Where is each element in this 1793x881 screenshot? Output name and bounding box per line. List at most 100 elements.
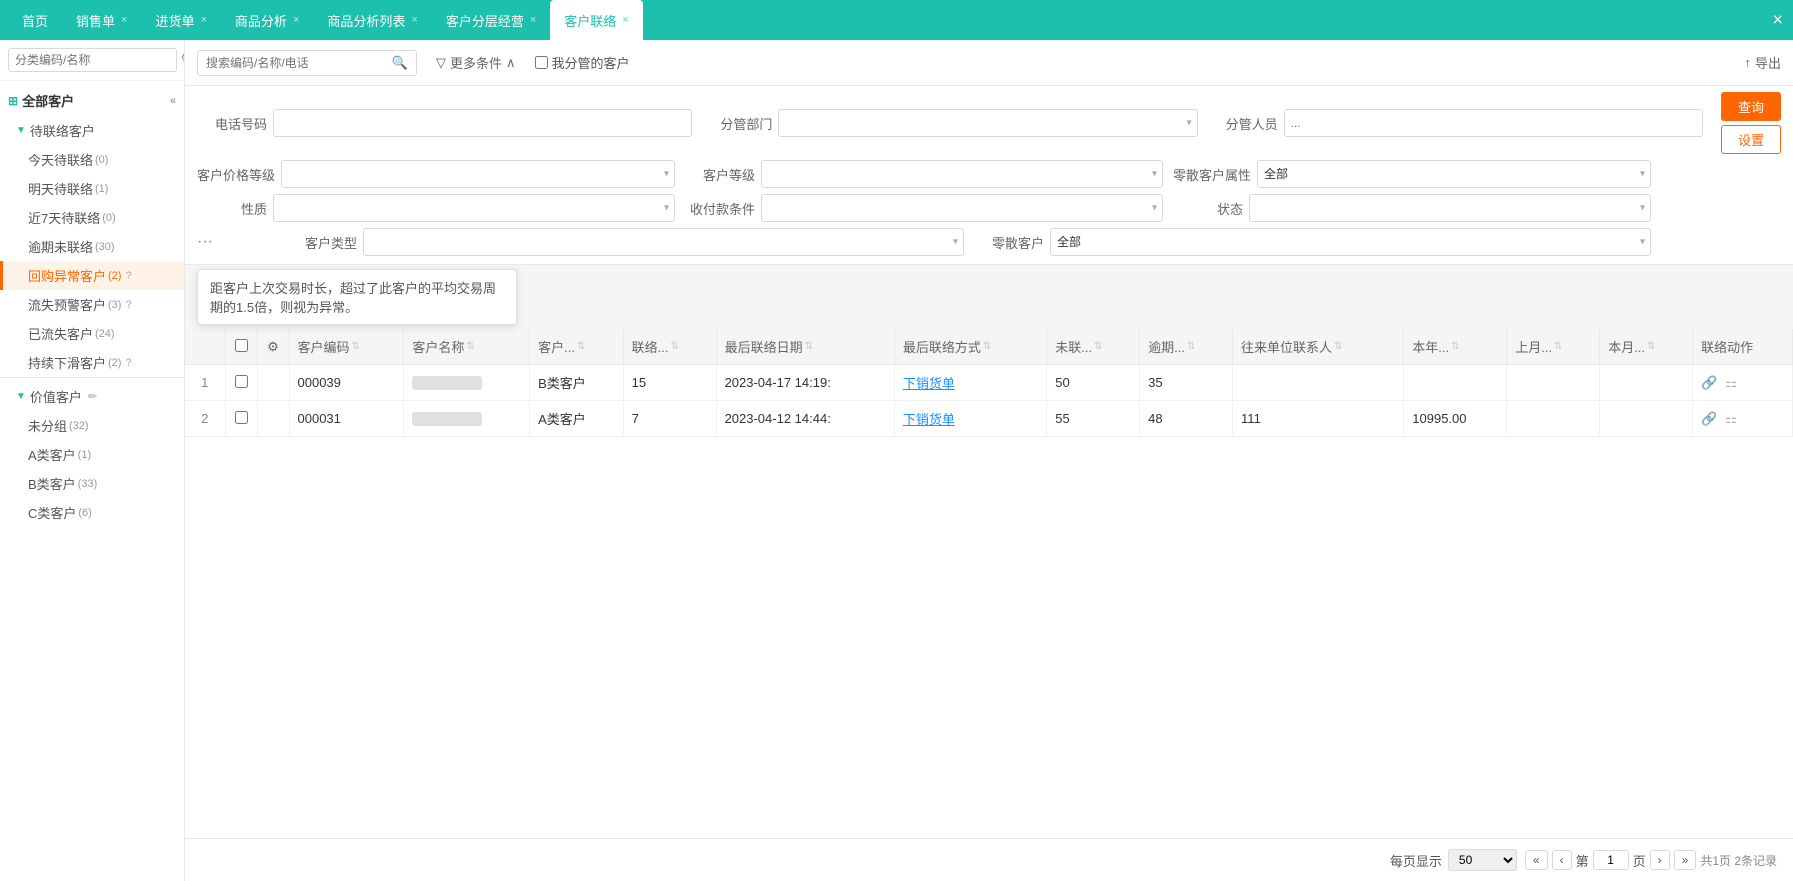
nav-home[interactable]: 首页 xyxy=(8,0,62,40)
action-icons: 🔗 ⚏ xyxy=(1701,411,1784,427)
grid-action-icon[interactable]: ⚏ xyxy=(1725,375,1737,391)
phone-input[interactable] xyxy=(273,109,692,137)
customer-type-select[interactable] xyxy=(363,228,964,256)
action-buttons: 查询 设置 xyxy=(1721,92,1781,154)
td-name[interactable] xyxy=(404,401,530,437)
td-this-month xyxy=(1600,401,1693,437)
dept-select-wrap: ▾ xyxy=(778,109,1197,137)
page-number-input[interactable] xyxy=(1593,850,1629,870)
nav-product-analysis-list[interactable]: 商品分析列表 × xyxy=(313,0,431,40)
nav-customer-tier[interactable]: 客户分层经营 × xyxy=(432,0,550,40)
close-icon[interactable]: × xyxy=(121,14,127,26)
link-icon[interactable]: 🔗 xyxy=(1701,411,1717,427)
sidebar-item-tomorrow[interactable]: 明天待联络(1) xyxy=(0,174,184,203)
customer-grade-select[interactable] xyxy=(761,160,1163,188)
th-overdue: 逾期... ⇅ xyxy=(1140,329,1233,365)
sidebar-value-customers-header[interactable]: ▼ 价值客户 ✏ xyxy=(0,382,184,411)
sidebar-item-lost-potential[interactable]: 流失预警客户(3) ? xyxy=(0,290,184,319)
close-icon[interactable]: × xyxy=(293,14,299,26)
sidebar-all-customers[interactable]: ⊞ 全部客户 « xyxy=(0,85,184,116)
td-this-year xyxy=(1404,365,1507,401)
prev-page-button[interactable]: ‹ xyxy=(1552,850,1572,870)
sidebar-pending-contact[interactable]: ▼ 待联络客户 xyxy=(0,116,184,145)
help-icon: ? xyxy=(125,270,131,282)
row-checkbox[interactable] xyxy=(235,411,248,424)
chevron-up-icon: ∧ xyxy=(506,55,516,71)
nav-purchase[interactable]: 进货单 × xyxy=(141,0,220,40)
gender-select[interactable] xyxy=(273,194,675,222)
table-body: 1 000039 B类客户 15 2023-04-17 14:19: xyxy=(185,365,1793,437)
close-all-button[interactable]: × xyxy=(1772,10,1783,31)
search-icon[interactable]: 🔍 xyxy=(392,55,408,71)
close-icon[interactable]: × xyxy=(411,14,417,26)
export-button[interactable]: ↑ 导出 xyxy=(1744,53,1781,72)
sidebar-item-b-class[interactable]: B类客户(33) xyxy=(0,469,184,498)
dept-select[interactable] xyxy=(778,109,1197,137)
nav-sales[interactable]: 销售单 × xyxy=(62,0,141,40)
tooltip: 距客户上次交易时长，超过了此客户的平均交易周期的1.5倍，则视为异常。 xyxy=(197,269,517,325)
filter-row-4: ··· 客户类型 ▾ 零散客户 全部 ▾ xyxy=(197,228,1781,256)
link-icon[interactable]: 🔗 xyxy=(1701,375,1717,391)
retail-customer-wrap: 全部 ▾ xyxy=(1050,228,1651,256)
sidebar-item-already-lost[interactable]: 已流失客户(24) xyxy=(0,319,184,348)
first-page-button[interactable]: « xyxy=(1525,850,1548,870)
set-button[interactable]: 设置 xyxy=(1721,125,1781,154)
th-type: 客户... ⇅ xyxy=(530,329,624,365)
last-page-button[interactable]: » xyxy=(1674,850,1697,870)
row-checkbox[interactable] xyxy=(235,375,248,388)
sidebar-item-7days[interactable]: 近7天待联络(0) xyxy=(0,203,184,232)
td-overdue: 48 xyxy=(1140,401,1233,437)
status-select[interactable] xyxy=(1249,194,1651,222)
grid-icon: ⊞ xyxy=(8,94,18,108)
sidebar-item-a-class[interactable]: A类客户(1) xyxy=(0,440,184,469)
person-input[interactable] xyxy=(1284,109,1703,137)
close-icon[interactable]: × xyxy=(200,14,206,26)
sort-icon: ⇅ xyxy=(1451,341,1459,352)
nav-customer-contact[interactable]: 客户联络 × xyxy=(550,0,642,40)
th-settings[interactable]: ⚙ xyxy=(257,329,289,365)
td-last-method[interactable]: 下销货单 xyxy=(894,401,1046,437)
edit-icon[interactable]: ✏ xyxy=(88,390,97,403)
sidebar-item-overdue[interactable]: 逾期未联络(30) xyxy=(0,232,184,261)
td-contact: 15 xyxy=(623,365,716,401)
td-this-month xyxy=(1600,365,1693,401)
price-grade-wrap: ▾ xyxy=(281,160,675,188)
more-conditions-button[interactable]: ▽ 更多条件 ∧ xyxy=(427,48,525,77)
chevron-down-icon: ▼ xyxy=(16,125,26,136)
price-grade-select[interactable] xyxy=(281,160,675,188)
sidebar-item-repeat-abnormal[interactable]: 回购异常客户(2) ? xyxy=(0,261,184,290)
next-page-button[interactable]: › xyxy=(1650,850,1670,870)
filter-retail-attr: 零散客户属性 全部 ▾ xyxy=(1173,160,1651,188)
retail-attr-select[interactable]: 全部 xyxy=(1257,160,1651,188)
search-input[interactable] xyxy=(206,56,392,70)
sort-icon: ⇅ xyxy=(1094,341,1102,352)
th-unit-contact: 往来单位联系人 ⇅ xyxy=(1233,329,1404,365)
search-wrap: 🔍 xyxy=(197,50,417,76)
content-area: 🔍 ▽ 更多条件 ∧ 我分管的客户 ↑ 导出 电话号码 xyxy=(185,40,1793,881)
filter-gender: 性质 ▾ xyxy=(197,194,675,222)
td-type: B类客户 xyxy=(530,365,624,401)
retail-customer-select[interactable]: 全部 xyxy=(1050,228,1651,256)
sidebar-item-continue-decline[interactable]: 持续下滑客户(2) ? xyxy=(0,348,184,377)
query-button[interactable]: 查询 xyxy=(1721,92,1781,121)
nav-product-analysis[interactable]: 商品分析 × xyxy=(221,0,313,40)
close-icon[interactable]: × xyxy=(530,14,536,26)
collapse-icon: « xyxy=(170,95,176,107)
th-uncontacted: 未联... ⇅ xyxy=(1047,329,1140,365)
td-name[interactable] xyxy=(404,365,530,401)
more-dots-button[interactable]: ··· xyxy=(197,233,213,251)
per-page-select[interactable]: 10 20 50 100 xyxy=(1448,849,1517,871)
my-customers-checkbox[interactable] xyxy=(535,56,548,69)
payment-select[interactable] xyxy=(761,194,1163,222)
th-this-year: 本年... ⇅ xyxy=(1404,329,1507,365)
td-last-method[interactable]: 下销货单 xyxy=(894,365,1046,401)
sidebar-item-unclassified[interactable]: 未分组(32) xyxy=(0,411,184,440)
grid-action-icon[interactable]: ⚏ xyxy=(1725,411,1737,427)
td-empty xyxy=(257,401,289,437)
sidebar-item-c-class[interactable]: C类客户(6) xyxy=(0,498,184,527)
sidebar-search-input[interactable] xyxy=(8,48,177,72)
close-icon[interactable]: × xyxy=(622,14,628,26)
sidebar-item-today[interactable]: 今天待联络(0) xyxy=(0,145,184,174)
select-all-checkbox[interactable] xyxy=(235,339,248,352)
sidebar-value-customers-section: ▼ 价值客户 ✏ 未分组(32) A类客户(1) B类客户(33) C类客户(6… xyxy=(0,377,184,531)
